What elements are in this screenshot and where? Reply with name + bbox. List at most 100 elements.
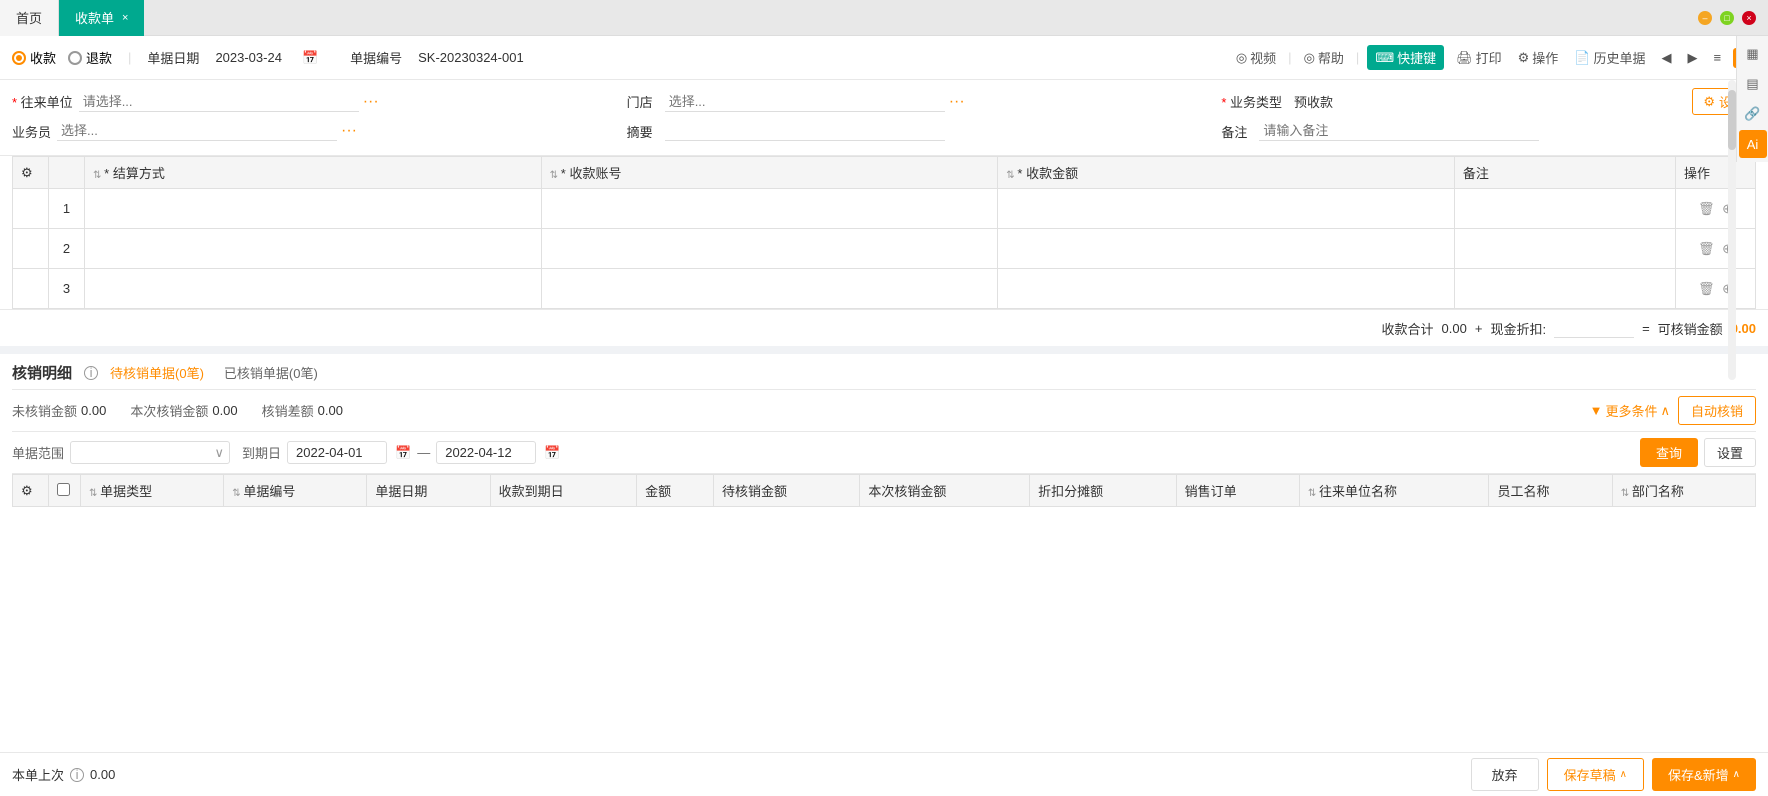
- window-minimize-button[interactable]: –: [1698, 11, 1712, 25]
- query-button[interactable]: 查询: [1640, 438, 1698, 467]
- summary-input[interactable]: [665, 121, 945, 141]
- main-table: ⚙ ⇅ * 结算方式 ⇅ * 收款账号 ⇅ * 收款金额: [12, 156, 1756, 309]
- row-account-cell[interactable]: [541, 229, 998, 269]
- radio-refund[interactable]: 退款: [68, 48, 112, 67]
- row-settlement-cell[interactable]: [85, 189, 542, 229]
- table-settings-header[interactable]: ⚙: [13, 157, 49, 189]
- row-amount-cell[interactable]: [998, 189, 1455, 229]
- row-account-cell[interactable]: [541, 189, 998, 229]
- scroll-track[interactable]: [1728, 80, 1736, 380]
- nav-left-button[interactable]: ◀: [1658, 48, 1676, 68]
- print-button[interactable]: 🖨 打印: [1452, 46, 1506, 69]
- row-settlement-cell[interactable]: [85, 269, 542, 309]
- salesperson-more-icon[interactable]: ···: [341, 123, 357, 139]
- actions-button[interactable]: ⚙ 操作: [1514, 46, 1563, 69]
- bt-duedate-header: 收款到期日: [490, 475, 636, 507]
- sidebar-table-icon[interactable]: ▦: [1739, 40, 1767, 68]
- row-amount-cell[interactable]: [998, 269, 1455, 309]
- row-amount-cell[interactable]: [998, 229, 1455, 269]
- doc-range-select[interactable]: [70, 441, 230, 464]
- row-delete-icon[interactable]: 🗑: [1698, 281, 1715, 296]
- nav-right-button[interactable]: ▶: [1684, 48, 1702, 68]
- video-button[interactable]: ◎ 视频: [1232, 46, 1280, 69]
- table-settings-icon: ⚙: [21, 165, 33, 180]
- tab-close-icon[interactable]: ×: [122, 12, 128, 24]
- select-all-checkbox[interactable]: [57, 483, 70, 496]
- save-draft-button[interactable]: 保存草稿 ∧: [1547, 758, 1644, 791]
- calendar-icon[interactable]: 📅: [302, 50, 318, 66]
- tab-active[interactable]: 收款单 ×: [59, 0, 144, 36]
- row-num-cell: 2: [49, 229, 85, 269]
- col-account-header: ⇅ * 收款账号: [541, 157, 998, 189]
- salesperson-label: 业务员: [12, 122, 51, 141]
- bt-pending-header: 待核销金额: [713, 475, 859, 507]
- sidebar-link-icon[interactable]: 🔗: [1739, 100, 1767, 128]
- store-input[interactable]: [665, 92, 945, 112]
- sidebar-list-icon[interactable]: ▤: [1739, 70, 1767, 98]
- row-settlement-cell[interactable]: [85, 229, 542, 269]
- filter-icon: ▼: [1590, 403, 1603, 418]
- layout1-button[interactable]: ≡: [1710, 48, 1726, 67]
- verif-info-icon[interactable]: i: [84, 366, 98, 380]
- counterpart-more-icon[interactable]: ···: [363, 94, 379, 110]
- date-from-cal-icon[interactable]: 📅: [395, 445, 411, 461]
- section-divider: [0, 346, 1768, 354]
- window-close-button[interactable]: ×: [1742, 11, 1756, 25]
- stat-right: ▼ 更多条件 ∧ 自动核销: [1590, 396, 1756, 425]
- help-button[interactable]: ◎ 帮助: [1300, 46, 1348, 69]
- row-actions-cell: 🗑 ⊕: [1676, 229, 1756, 269]
- more-conditions-button[interactable]: ▼ 更多条件 ∧: [1590, 401, 1670, 420]
- unverified-stat: 未核销金额 0.00: [12, 401, 106, 420]
- tab-home[interactable]: 首页: [0, 0, 59, 36]
- row-remark-cell[interactable]: [1454, 229, 1675, 269]
- footer-value: 0.00: [90, 767, 115, 782]
- salesperson-input[interactable]: [57, 121, 337, 141]
- save-new-button[interactable]: 保存&新增 ∧: [1652, 758, 1756, 791]
- auto-verify-button[interactable]: 自动核销: [1678, 396, 1756, 425]
- row-settings-cell: [13, 189, 49, 229]
- bt-check-header: [49, 475, 81, 507]
- counterpart-input[interactable]: [79, 92, 359, 112]
- bt-settings-header[interactable]: ⚙: [13, 475, 49, 507]
- setting-button[interactable]: 设置: [1704, 438, 1756, 467]
- history-button[interactable]: 📄 历史单据: [1570, 46, 1649, 69]
- row-delete-icon[interactable]: 🗑: [1698, 201, 1715, 216]
- footer-info-icon[interactable]: i: [70, 768, 84, 782]
- remark-input[interactable]: [1259, 121, 1539, 141]
- doc-range-field: 单据范围 ∨: [12, 441, 230, 464]
- footer-right: 放弃 保存草稿 ∧ 保存&新增 ∧: [1471, 758, 1756, 791]
- shortcut-button[interactable]: ⌨ 快捷键: [1367, 45, 1444, 70]
- radio-receipts[interactable]: 收款: [12, 48, 56, 67]
- scroll-thumb: [1728, 90, 1736, 150]
- form-row-1: 往来单位 ··· 门店 ··· 业务类型 预收款 ⚙ 设置: [12, 88, 1756, 115]
- unverified-label: 未核销金额: [12, 401, 77, 420]
- date-from-input[interactable]: [287, 441, 387, 464]
- bt-counterpart-header: ⇅ 往来单位名称: [1299, 475, 1489, 507]
- current-verif-value: 0.00: [212, 403, 237, 418]
- row-remark-cell[interactable]: [1454, 189, 1675, 229]
- verif-title: 核销明细: [12, 362, 72, 383]
- equals-sign: =: [1642, 321, 1650, 336]
- biz-type-field: 业务类型 预收款 ⚙ 设置: [1201, 88, 1756, 115]
- store-label: 门店: [627, 92, 653, 111]
- sidebar-ai-icon[interactable]: Ai: [1739, 130, 1767, 158]
- window-maximize-button[interactable]: □: [1720, 11, 1734, 25]
- print-icon: 🖨: [1456, 50, 1473, 66]
- date-to-cal-icon[interactable]: 📅: [544, 445, 560, 461]
- discount-input[interactable]: [1554, 318, 1634, 338]
- row-delete-icon[interactable]: 🗑: [1698, 241, 1715, 256]
- settings-gear-icon: ⚙: [1703, 94, 1715, 110]
- bottom-table: ⚙ ⇅ 单据类型 ⇅ 单据编号: [12, 474, 1756, 507]
- col-remark-header: 备注: [1454, 157, 1675, 189]
- table-row: 2 🗑 ⊕: [13, 229, 1756, 269]
- main-wrapper: 收款 退款 | 单据日期 2023-03-24 📅 单据编号 SK-202303…: [0, 36, 1768, 796]
- pending-tab-link[interactable]: 待核销单据(0笔): [110, 363, 204, 382]
- abandon-button[interactable]: 放弃: [1471, 758, 1539, 791]
- completed-tab-link[interactable]: 已核销单据(0笔): [224, 363, 318, 382]
- row-account-cell[interactable]: [541, 269, 998, 309]
- bt-amount-header: 金额: [637, 475, 714, 507]
- radio-refund-dot: [68, 51, 82, 65]
- store-more-icon[interactable]: ···: [949, 94, 965, 110]
- row-remark-cell[interactable]: [1454, 269, 1675, 309]
- date-to-input[interactable]: [436, 441, 536, 464]
